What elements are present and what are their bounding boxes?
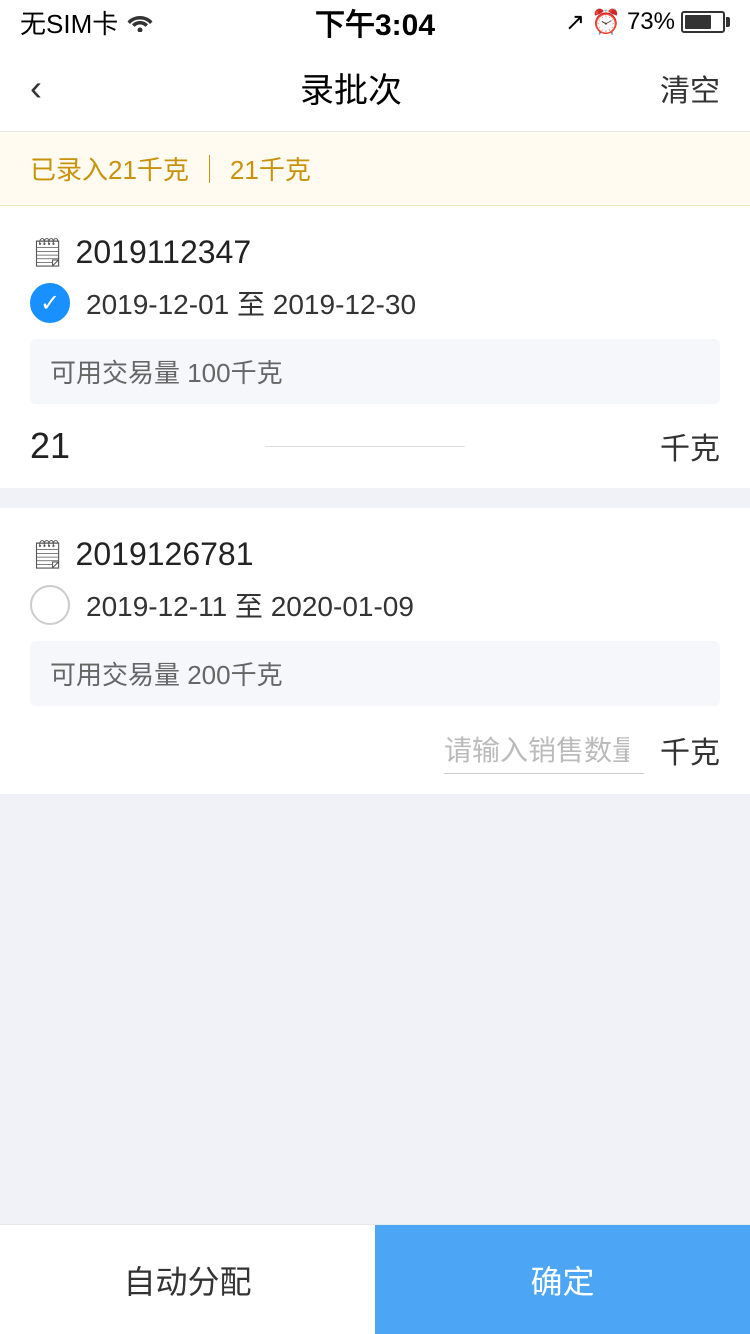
radio-2[interactable] xyxy=(30,585,70,625)
batch-id-2: 2019126781 xyxy=(76,536,254,573)
batch-date-1: 2019-12-01 至 2019-12-30 xyxy=(86,283,416,323)
status-bar: 无SIM卡 下午3:04 ↗ ⏰ 73% xyxy=(0,0,750,44)
carrier-text: 无SIM卡 xyxy=(20,4,118,41)
batch-id-1: 2019112347 xyxy=(76,234,252,271)
summary-divider xyxy=(209,155,210,183)
bottom-bar: 自动分配 确定 xyxy=(0,1224,750,1334)
summary-bar: 已录入21千克 21千克 xyxy=(0,132,750,206)
batch-card-1: 🗒 2019112347 ✓ 2019-12-01 至 2019-12-30 可… xyxy=(0,206,750,404)
status-carrier: 无SIM卡 xyxy=(20,4,154,41)
status-indicators: ↗ ⏰ 73% xyxy=(565,8,730,37)
nav-bar: ‹ 录批次 清空 xyxy=(0,44,750,132)
status-time: 下午3:04 xyxy=(315,0,435,44)
summary-label: 已录入21千克 xyxy=(30,150,189,187)
batch-date-2: 2019-12-11 至 2020-01-09 xyxy=(86,585,414,625)
batch-doc-icon-2: 🗒 xyxy=(30,538,66,571)
input-row-1: 21 千克 xyxy=(0,404,750,488)
alarm-icon: ⏰ xyxy=(591,8,621,37)
batch-date-row-2[interactable]: 2019-12-11 至 2020-01-09 xyxy=(30,585,720,625)
available-qty-2: 可用交易量 200千克 xyxy=(30,641,720,706)
confirm-button[interactable]: 确定 xyxy=(375,1225,750,1334)
batch-header-1: 🗒 2019112347 xyxy=(30,234,720,271)
auto-distribute-button[interactable]: 自动分配 xyxy=(0,1225,375,1334)
back-button[interactable]: ‹ xyxy=(30,67,42,109)
battery-icon xyxy=(681,11,730,33)
wifi-icon xyxy=(126,12,154,32)
input-row-2: 千克 xyxy=(0,706,750,794)
radio-1[interactable]: ✓ xyxy=(30,283,70,323)
section-gap-1 xyxy=(0,488,750,508)
qty-input-2[interactable] xyxy=(444,726,644,774)
batch-date-row-1[interactable]: ✓ 2019-12-01 至 2019-12-30 xyxy=(30,283,720,323)
batch-card-2: 🗒 2019126781 2019-12-11 至 2020-01-09 可用交… xyxy=(0,508,750,706)
qty-value-1: 21 xyxy=(30,425,70,467)
batch-doc-icon-1: 🗒 xyxy=(30,236,66,269)
battery-percent: 73% xyxy=(627,8,675,36)
summary-value: 21千克 xyxy=(230,150,311,187)
location-icon: ↗ xyxy=(565,8,585,37)
check-icon-1: ✓ xyxy=(40,289,60,318)
qty-unit-1: 千克 xyxy=(660,424,720,468)
available-qty-1: 可用交易量 100千克 xyxy=(30,339,720,404)
empty-space xyxy=(0,794,750,1214)
batch-header-2: 🗒 2019126781 xyxy=(30,536,720,573)
qty-unit-2: 千克 xyxy=(660,728,720,772)
page-title: 录批次 xyxy=(300,63,402,112)
clear-button[interactable]: 清空 xyxy=(660,66,720,110)
